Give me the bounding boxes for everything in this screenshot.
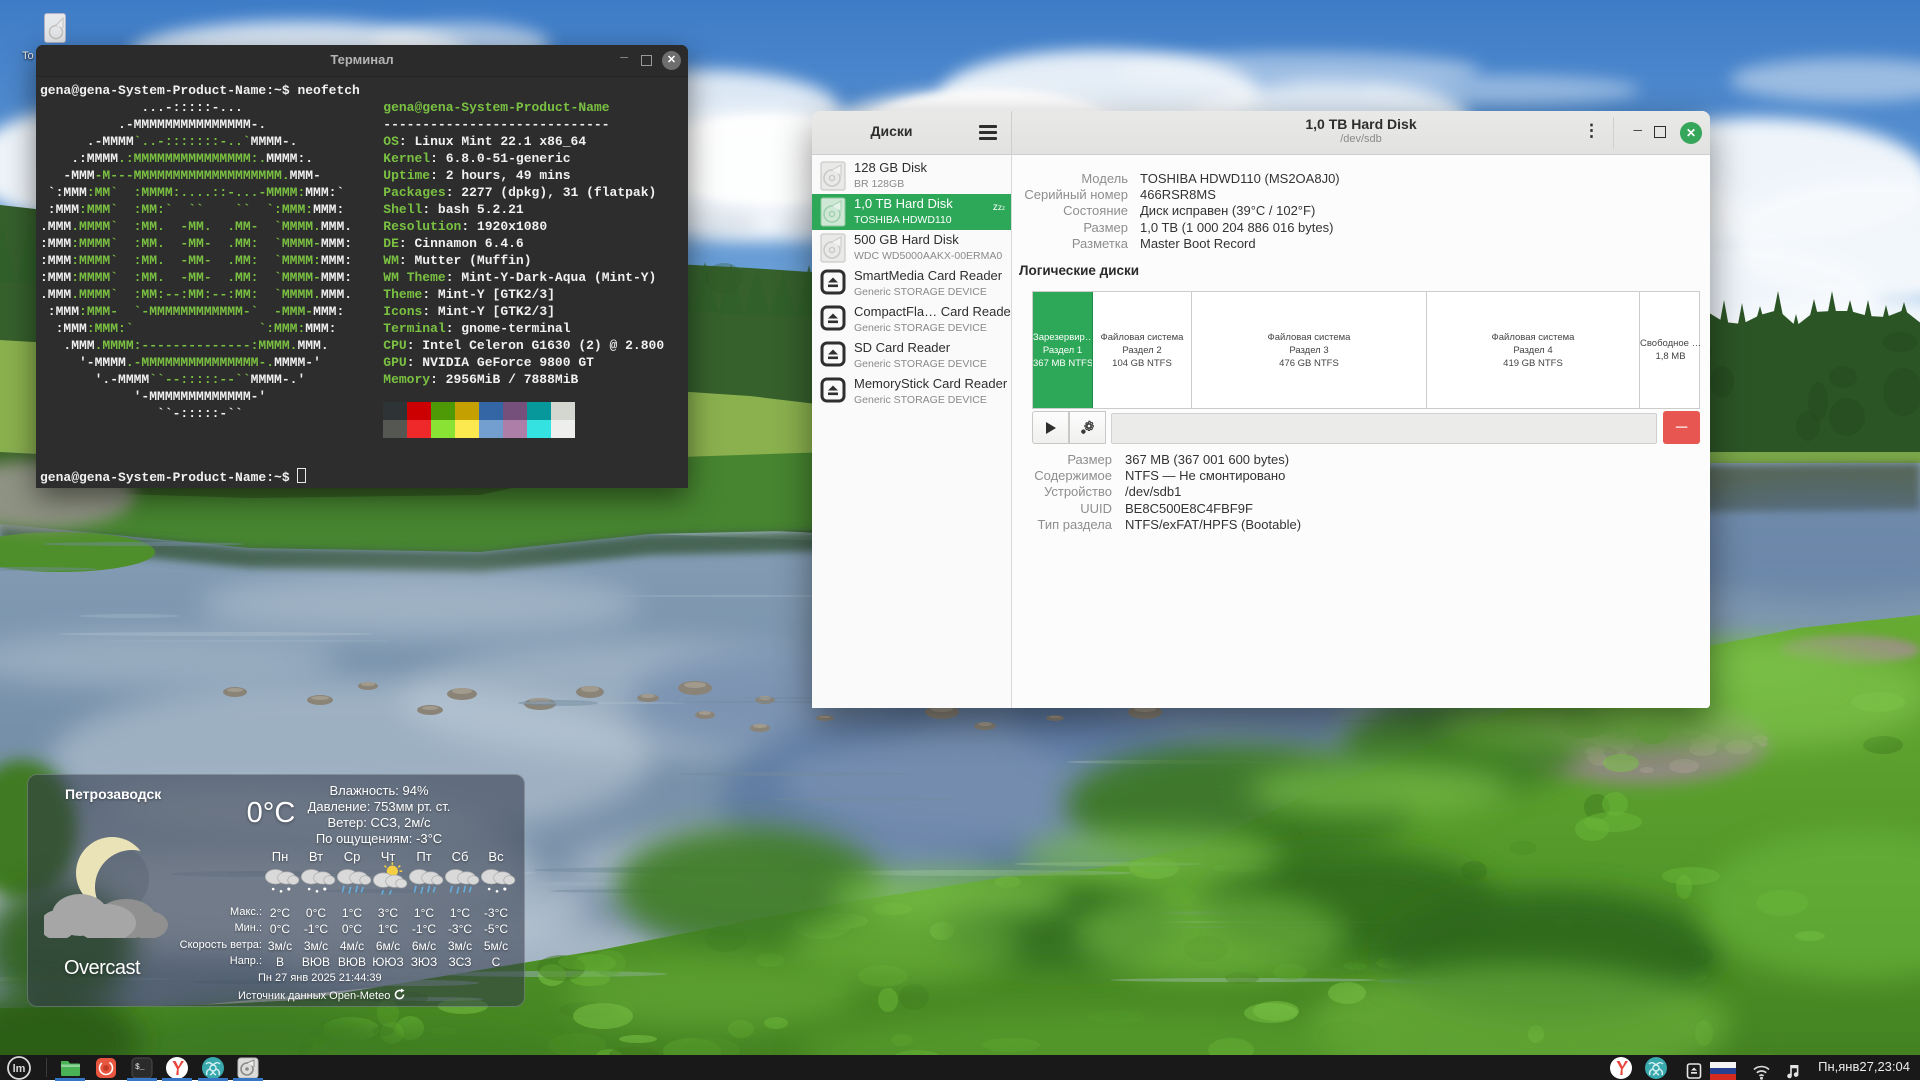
svg-text:lm: lm	[13, 1063, 26, 1075]
svg-text:$_: $_	[135, 1063, 145, 1072]
